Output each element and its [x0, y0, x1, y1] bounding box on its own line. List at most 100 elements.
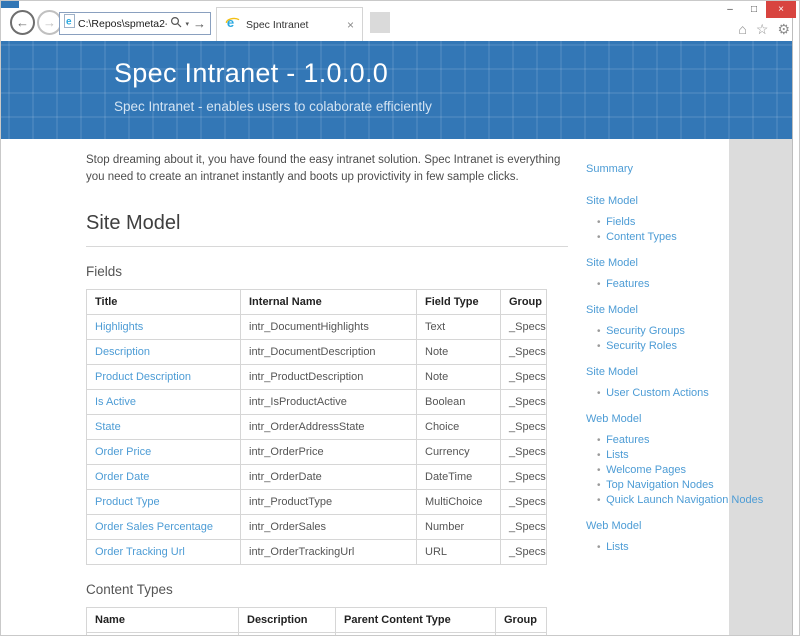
sidebar-item-link[interactable]: Quick Launch Navigation Nodes — [606, 494, 763, 506]
item-value-cell: intr_IsProductActive — [240, 388, 417, 415]
sidebar-nav: SummarySite ModelFieldsContent TypesSite… — [586, 163, 763, 567]
sidebar-group: Web Model Features Lists Welcome Pages Top N… — [586, 413, 763, 508]
item-value-cell: _Specs — [500, 363, 547, 390]
tab-close-icon[interactable]: × — [347, 18, 354, 32]
sidebar-item-link[interactable]: User Custom Actions — [606, 387, 709, 399]
search-icon[interactable] — [170, 15, 182, 33]
item-value-cell: _Specs — [500, 463, 547, 490]
table-row: Order Tracking Url intr_OrderTrackingUrl U… — [86, 538, 547, 565]
item-value-cell: intr_ProductDescription — [240, 363, 417, 390]
sidebar-group: Site Model Fields Content Types — [586, 195, 736, 245]
sidebar-section-link[interactable]: Site Model — [586, 304, 638, 316]
sidebar-item-list: Features — [586, 277, 736, 292]
item-value-cell — [238, 631, 336, 635]
item-value-cell: _Specs — [500, 413, 547, 440]
back-arrow-icon: ← — [16, 15, 29, 30]
item-value-cell: _Specs — [500, 488, 547, 515]
sidebar-list-item: Security Groups — [597, 324, 736, 339]
item-link[interactable]: Order Sales Percentage — [95, 521, 213, 533]
item-link[interactable]: Product Description — [95, 371, 191, 383]
sidebar-item-link[interactable]: Lists — [606, 541, 629, 553]
item-value-cell: URL — [416, 538, 501, 565]
table-row: Product Description intr_ProductDescripti… — [86, 363, 547, 390]
maximize-button[interactable]: □ — [742, 1, 766, 18]
page-gutter — [729, 139, 799, 635]
sidebar-list-item: Fields — [597, 215, 736, 230]
new-tab-button[interactable] — [370, 12, 390, 33]
item-link[interactable]: Order Price — [95, 446, 151, 458]
sidebar-section-link[interactable]: Summary — [586, 163, 633, 175]
item-name-cell: Description — [86, 338, 241, 365]
table-row: State intr_OrderAddressState Choice _Specs — [86, 413, 547, 440]
item-link[interactable]: Product Type — [95, 496, 160, 508]
item-link[interactable]: Order Tracking Url — [95, 546, 185, 558]
item-link[interactable]: Highlights — [95, 321, 143, 333]
item-value-cell: intr_OrderAddressState — [240, 413, 417, 440]
back-button[interactable]: ← — [10, 10, 35, 35]
sidebar-section-link[interactable]: Site Model — [586, 366, 638, 378]
intro-paragraph: Stop dreaming about it, you have found t… — [86, 154, 561, 184]
sidebar-item-link[interactable]: Security Groups — [606, 325, 685, 337]
sidebar-section-link[interactable]: Site Model — [586, 195, 638, 207]
sidebar-item-link[interactable]: Fields — [606, 216, 635, 228]
minimize-button[interactable]: – — [718, 1, 742, 18]
tab-title: Spec Intranet — [246, 18, 309, 31]
item-link[interactable]: Order Date — [95, 471, 149, 483]
sidebar-group: Site Model User Custom Actions — [586, 366, 736, 401]
item-value-cell: DateTime — [416, 463, 501, 490]
sidebar-group: Site Model Security Groups Security Roles — [586, 304, 736, 354]
favorites-star-icon[interactable]: ☆ — [756, 21, 769, 37]
sidebar-item-link[interactable]: Security Roles — [606, 340, 677, 352]
page-viewport: Stop dreaming about it, you have found t… — [1, 139, 799, 635]
address-bar[interactable]: e C:\Repos\spmeta2-spec\S ▾ → — [59, 12, 211, 35]
sidebar-item-link[interactable]: Content Types — [606, 231, 677, 243]
item-link[interactable]: State — [95, 421, 121, 433]
section-heading: Site Model — [86, 212, 568, 247]
sidebar-list-item: Security Roles — [597, 339, 736, 354]
item-link[interactable]: Description — [95, 346, 150, 358]
sidebar-group: Site Model Features — [586, 257, 736, 292]
item-value-cell: Text — [416, 313, 501, 340]
item-value-cell: _Specs — [500, 538, 547, 565]
column-header: Parent Content Type — [335, 606, 496, 633]
home-icon[interactable]: ⌂ — [738, 21, 746, 37]
item-value-cell: intr_DocumentDescription — [240, 338, 417, 365]
item-link[interactable]: Is Active — [95, 396, 136, 408]
content-types-table: NameDescriptionParent Content TypeGroupP… — [86, 606, 547, 635]
window-controls: – □ × — [718, 1, 796, 18]
sidebar-item-link[interactable]: Lists — [606, 449, 629, 461]
table-header-row: Title Internal Name Field Type Group — [86, 288, 547, 315]
url-text[interactable]: C:\Repos\spmeta2-spec\S — [78, 18, 167, 30]
close-button[interactable]: × — [766, 1, 796, 18]
main-column: Stop dreaming about it, you have found t… — [86, 139, 568, 635]
item-name-cell: Order Sales Percentage — [86, 513, 241, 540]
column-header: Field Type — [416, 288, 501, 315]
item-value-cell: _Specs — [500, 388, 547, 415]
item-value-cell: MultiChoice — [416, 488, 501, 515]
table-row: Product or Service Item_Specs — [86, 631, 547, 635]
item-value-cell: Note — [416, 338, 501, 365]
ie-logo-icon: e — [225, 15, 240, 35]
sidebar-section-link[interactable]: Web Model — [586, 520, 641, 532]
sidebar-item-list: Features Lists Welcome Pages Top Navigation… — [586, 433, 763, 508]
column-header: Name — [86, 606, 239, 633]
sidebar-item-list: User Custom Actions — [586, 386, 736, 401]
settings-gear-icon[interactable]: ⚙ — [777, 21, 790, 37]
sidebar-item-link[interactable]: Top Navigation Nodes — [606, 479, 714, 491]
browser-tab[interactable]: e Spec Intranet × — [216, 7, 363, 41]
item-name-cell: Product or Service — [86, 631, 239, 635]
page-title: Spec Intranet - 1.0.0.0 — [114, 58, 389, 88]
item-name-cell: Product Description — [86, 363, 241, 390]
sidebar-item-link[interactable]: Welcome Pages — [606, 464, 686, 476]
item-value-cell: Note — [416, 363, 501, 390]
table-header-row: Name Description Parent Content Type Group — [86, 606, 547, 633]
sidebar-item-list: Fields Content Types — [586, 215, 736, 245]
sidebar-section-link[interactable]: Web Model — [586, 413, 641, 425]
sidebar-section-link[interactable]: Site Model — [586, 257, 638, 269]
sidebar-item-link[interactable]: Features — [606, 434, 649, 446]
address-dropdown-icon[interactable]: ▾ — [185, 20, 189, 28]
svg-text:e: e — [227, 15, 234, 30]
browser-window: ← → e C:\Repos\spmeta2-spec\S ▾ → — [0, 0, 800, 636]
sidebar-item-link[interactable]: Features — [606, 278, 649, 290]
go-arrow-icon[interactable]: → — [193, 16, 206, 31]
